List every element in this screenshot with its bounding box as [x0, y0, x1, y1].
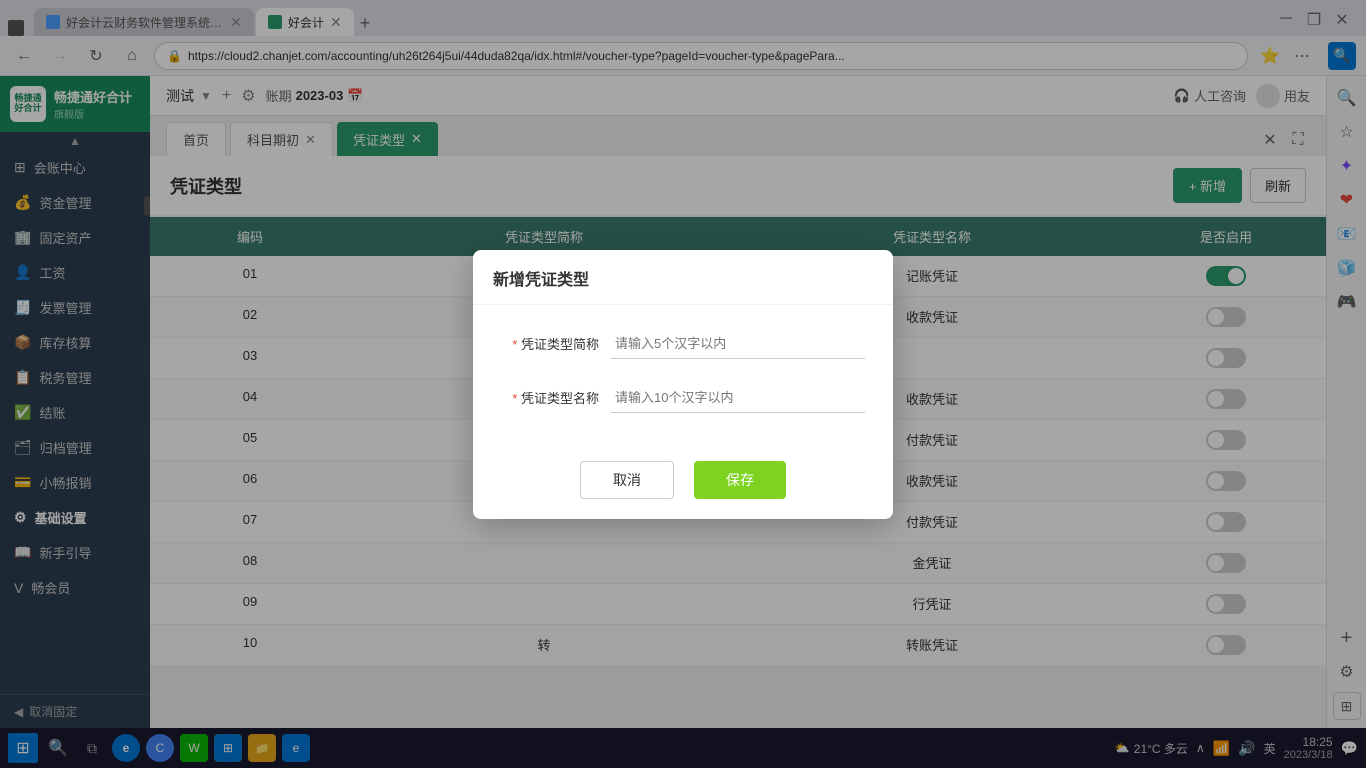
form-row-abbr: * 凭证类型简称 — [501, 329, 865, 359]
name-label: * 凭证类型名称 — [501, 388, 611, 407]
modal-dialog: 新增凭证类型 * 凭证类型简称 * 凭证类型名称 取消 保存 — [473, 250, 893, 519]
abbr-input[interactable] — [611, 329, 865, 359]
save-button[interactable]: 保存 — [694, 461, 786, 499]
cancel-button[interactable]: 取消 — [580, 461, 674, 499]
form-row-name: * 凭证类型名称 — [501, 383, 865, 413]
name-input[interactable] — [611, 383, 865, 413]
modal-body: * 凭证类型简称 * 凭证类型名称 — [473, 305, 893, 453]
modal-footer: 取消 保存 — [473, 453, 893, 519]
modal-overlay: 新增凭证类型 * 凭证类型简称 * 凭证类型名称 取消 保存 — [0, 0, 1366, 768]
abbr-label: * 凭证类型简称 — [501, 334, 611, 353]
modal-header: 新增凭证类型 — [473, 250, 893, 305]
